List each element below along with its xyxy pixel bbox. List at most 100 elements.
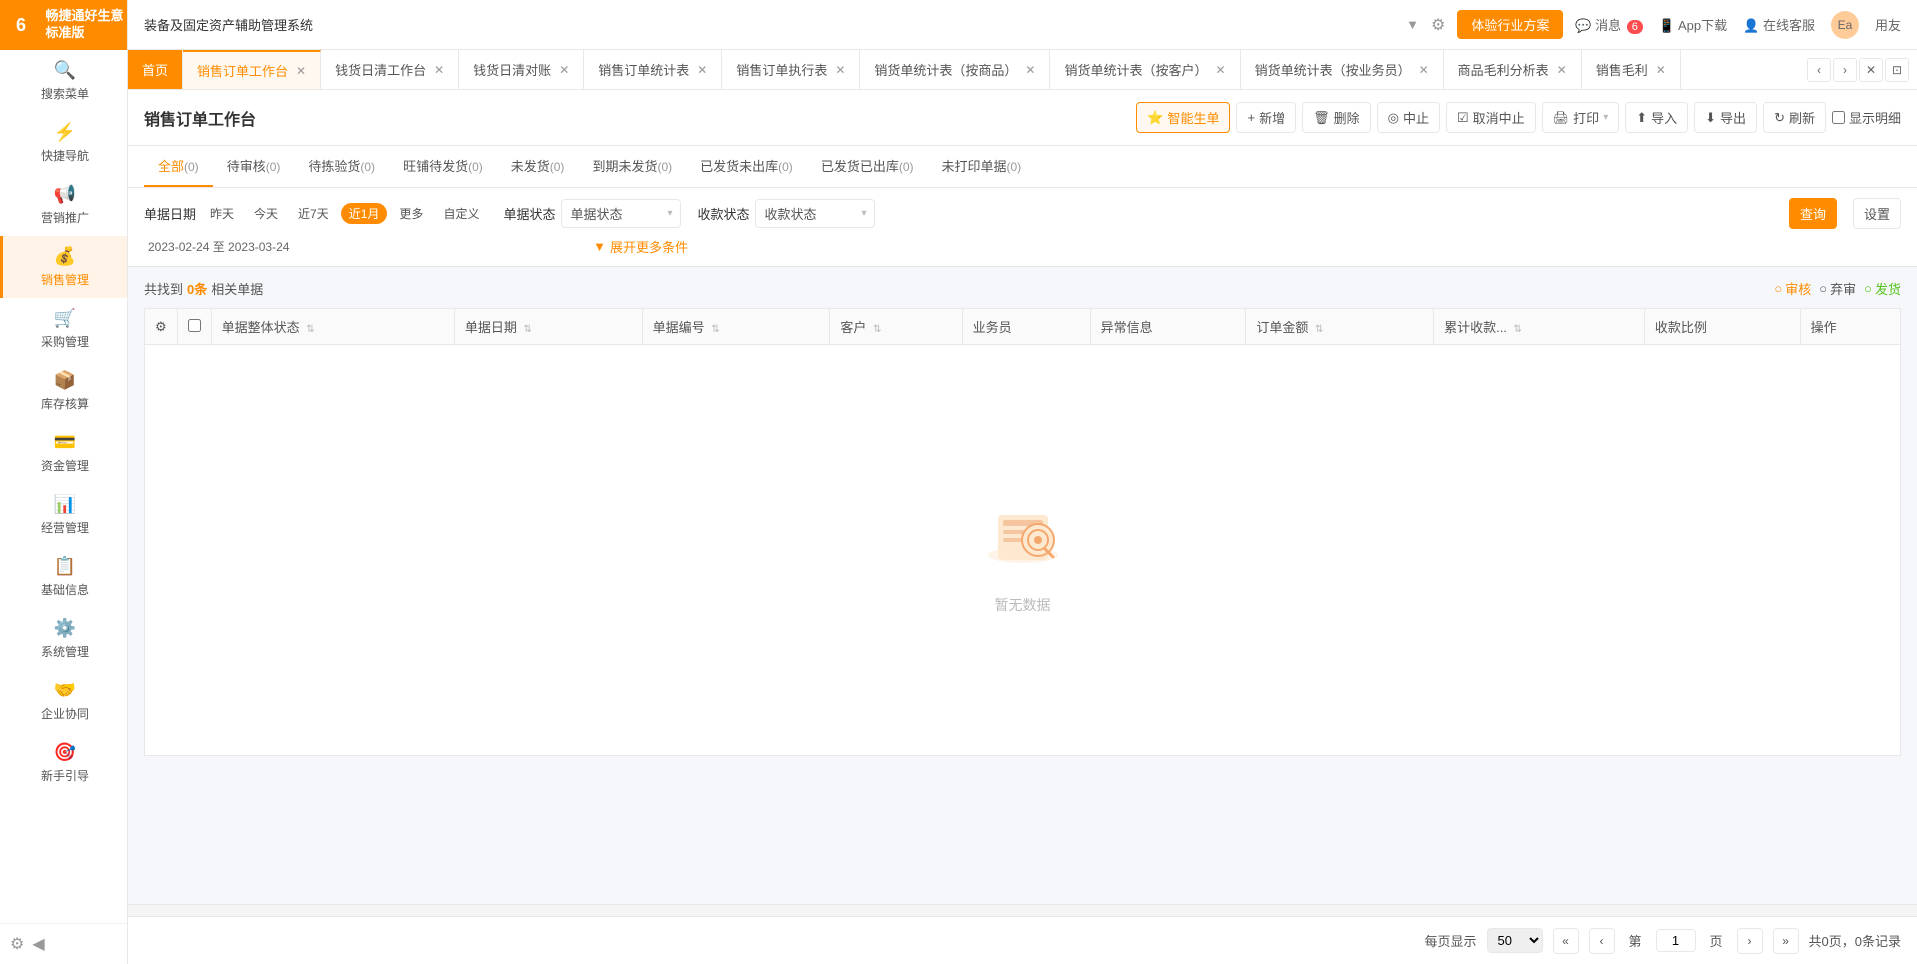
purchase-icon: 🛒: [54, 308, 76, 329]
date-opt-更多[interactable]: 更多: [391, 203, 431, 224]
refresh-btn[interactable]: ↻ 刷新: [1763, 102, 1826, 133]
app-download-link[interactable]: 📱 App下载: [1659, 15, 1727, 34]
tab-close-btn[interactable]: ✕: [835, 63, 845, 77]
show-detail-checkbox[interactable]: [1832, 111, 1845, 124]
sidebar-item-label: 资金管理: [41, 457, 89, 474]
tab-close-btn[interactable]: ✕: [1216, 63, 1226, 77]
date-opt-昨天[interactable]: 昨天: [202, 203, 242, 224]
audit-btn[interactable]: ○ 审核: [1774, 279, 1811, 298]
collapse-icon[interactable]: ◀: [32, 934, 44, 954]
filter-tab-shipped_not_out[interactable]: 已发货未出库(0): [686, 146, 807, 187]
cancel-audit-btn[interactable]: ○ 弃审: [1819, 279, 1856, 298]
solution-button[interactable]: 体验行业方案: [1457, 10, 1563, 39]
date-opt-近7天[interactable]: 近7天: [290, 203, 337, 224]
date-opt-近1月[interactable]: 近1月: [341, 203, 388, 224]
tab-prev-btn[interactable]: ‹: [1807, 58, 1831, 82]
import-btn[interactable]: ⬆ 导入: [1625, 102, 1688, 133]
filter-tab-all[interactable]: 全部(0): [144, 146, 213, 187]
payment-select[interactable]: 收款状态 ▾: [755, 199, 875, 228]
stop-btn[interactable]: ◎ 中止: [1377, 102, 1440, 133]
tab-close-btn[interactable]: ✕: [1557, 63, 1567, 77]
filter-tab-wangpu_pending[interactable]: 旺铺待发货(0): [389, 146, 497, 187]
sidebar-item-system[interactable]: ⚙️系统管理: [0, 608, 127, 670]
status-select[interactable]: 单据状态 ▾: [561, 199, 681, 228]
messages-link[interactable]: 💬 消息 6: [1575, 15, 1643, 34]
cancel-stop-btn[interactable]: ☑ 取消中止: [1446, 102, 1536, 133]
tab-expand-btn[interactable]: ⊡: [1885, 58, 1909, 82]
tab-close-btn[interactable]: ✕: [1025, 63, 1035, 77]
tab-5[interactable]: 销售订单执行表✕: [722, 50, 860, 90]
finance-icon: 💳: [54, 432, 76, 453]
content-area: 销售订单工作台 ⭐ 智能生单 + 新增 🗑 删除 ◎ 中止 ☑ 取消中止: [128, 90, 1917, 964]
sidebar-item-search[interactable]: 🔍搜索菜单: [0, 50, 127, 112]
tab-next-btn[interactable]: ›: [1833, 58, 1857, 82]
main-content: 装备及固定资产辅助管理系统 ▼ ⚙ 体验行业方案 💬 消息 6 📱 App下载 …: [128, 0, 1917, 964]
sidebar: 6 畅捷通好生意 标准版 🔍搜索菜单⚡快捷导航📢营销推广💰销售管理🛒采购管理📦库…: [0, 0, 128, 964]
settings-btn[interactable]: 设置: [1853, 198, 1901, 229]
horizontal-scroll[interactable]: [128, 904, 1917, 916]
sidebar-item-enterprise[interactable]: 🤝企业协同: [0, 670, 127, 732]
print-btn[interactable]: 🖨 打印 ▾: [1542, 102, 1620, 133]
filter-tab-expired_not_shipped[interactable]: 到期未发货(0): [578, 146, 686, 187]
tab-close-btn[interactable]: ✕: [697, 63, 707, 77]
date-options: 昨天今天近7天近1月更多自定义: [202, 203, 487, 224]
select-all-checkbox[interactable]: [188, 319, 201, 332]
sidebar-item-finance[interactable]: 💳 资金管理: [0, 422, 127, 484]
settings-icon[interactable]: ⚙: [10, 934, 24, 954]
tab-close-all-btn[interactable]: ✕: [1859, 58, 1883, 82]
tab-label: 商品毛利分析表: [1458, 60, 1549, 79]
sidebar-item-marketing[interactable]: 📢营销推广: [0, 174, 127, 236]
first-page-btn[interactable]: «: [1553, 928, 1579, 954]
filter-tab-pending_check[interactable]: 待拣验货(0): [294, 146, 389, 187]
sidebar-item-guide[interactable]: 🎯新手引导: [0, 732, 127, 794]
export-btn[interactable]: ⬇ 导出: [1694, 102, 1757, 133]
sidebar-item-purchase[interactable]: 🛒采购管理: [0, 298, 127, 360]
tab-1[interactable]: 销售订单工作台✕: [183, 50, 321, 90]
tab-2[interactable]: 钱货日清工作台✕: [321, 50, 459, 90]
filter-tab-not_shipped[interactable]: 未发货(0): [497, 146, 579, 187]
th-exception: 异常信息: [1090, 309, 1246, 345]
dropdown-icon[interactable]: ▼: [1406, 17, 1419, 32]
smart-btn[interactable]: ⭐ 智能生单: [1136, 102, 1230, 133]
expand-btn[interactable]: ▼ 展开更多条件: [593, 237, 688, 256]
last-page-btn[interactable]: »: [1773, 928, 1799, 954]
sidebar-item-inventory[interactable]: 📦库存核算: [0, 360, 127, 422]
tab-close-btn[interactable]: ✕: [434, 63, 444, 77]
filter-tab-label: 待审核: [227, 159, 266, 174]
tab-4[interactable]: 销售订单统计表✕: [584, 50, 722, 90]
header-row: ⚙ 单据整体状态 ⇅ 单据日期 ⇅ 单据编号 ⇅ 客户 ⇅ 业务员 异常信息 订…: [145, 309, 1901, 345]
tab-0[interactable]: 首页: [128, 50, 183, 90]
tab-8[interactable]: 销货单统计表（按业务员）✕: [1241, 50, 1444, 90]
sidebar-item-quick-nav[interactable]: ⚡快捷导航: [0, 112, 127, 174]
sidebar-item-sales[interactable]: 💰销售管理: [0, 236, 127, 298]
settings-icon[interactable]: ⚙: [1431, 15, 1445, 35]
show-detail-label[interactable]: 显示明细: [1832, 108, 1901, 127]
sidebar-item-basic-info[interactable]: 📋基础信息: [0, 546, 127, 608]
tab-close-btn[interactable]: ✕: [1656, 63, 1666, 77]
add-btn[interactable]: + 新增: [1236, 102, 1296, 133]
total-count: 0条: [187, 279, 207, 298]
delete-btn[interactable]: 🗑 删除: [1302, 102, 1371, 133]
tab-7[interactable]: 销货单统计表（按客户）✕: [1050, 50, 1240, 90]
sidebar-item-operations[interactable]: 📊经营管理: [0, 484, 127, 546]
date-opt-今天[interactable]: 今天: [246, 203, 286, 224]
tab-close-btn[interactable]: ✕: [296, 64, 306, 78]
tab-close-btn[interactable]: ✕: [1419, 63, 1429, 77]
tab-close-btn[interactable]: ✕: [559, 63, 569, 77]
filter-tab-pending_review[interactable]: 待审核(0): [213, 146, 295, 187]
tab-10[interactable]: 销售毛利✕: [1582, 50, 1681, 90]
filter-tab-shipped_out[interactable]: 已发货已出库(0): [807, 146, 928, 187]
th-customer: 客户 ⇅: [830, 309, 962, 345]
query-btn[interactable]: 查询: [1789, 198, 1837, 229]
online-service-link[interactable]: 👤 在线客服: [1743, 15, 1815, 34]
filter-tab-not_printed[interactable]: 未打印单据(0): [928, 146, 1036, 187]
prev-page-btn[interactable]: ‹: [1589, 928, 1615, 954]
tab-9[interactable]: 商品毛利分析表 ✕: [1444, 50, 1582, 90]
tab-3[interactable]: 钱货日清对账✕: [459, 50, 584, 90]
date-opt-自定义[interactable]: 自定义: [435, 203, 487, 224]
page-input[interactable]: [1656, 929, 1696, 952]
next-page-btn[interactable]: ›: [1737, 928, 1763, 954]
ship-btn[interactable]: ○ 发货: [1864, 279, 1901, 298]
per-page-select[interactable]: 10 20 50 100: [1487, 928, 1543, 953]
tab-6[interactable]: 销货单统计表（按商品）✕: [860, 50, 1050, 90]
